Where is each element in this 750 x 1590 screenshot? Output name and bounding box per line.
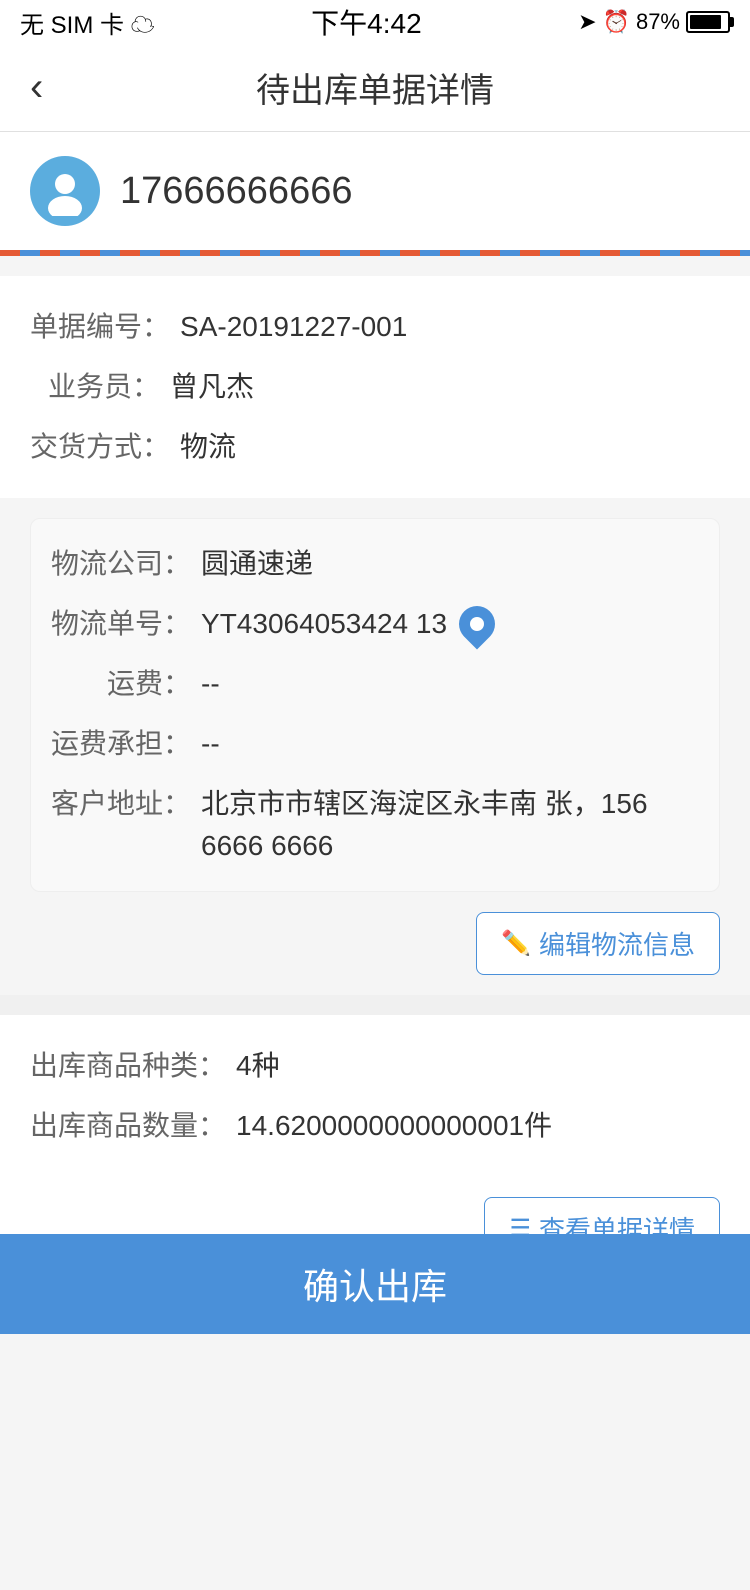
sales-person-label: 业务员： bbox=[30, 366, 170, 408]
delivery-method-value: 物流 bbox=[180, 426, 720, 468]
logistics-tracking-label: 物流单号： bbox=[51, 603, 201, 645]
status-left: 无 SIM 卡 ☁ bbox=[20, 5, 155, 40]
logistics-company-value: 圆通速递 bbox=[201, 543, 699, 585]
document-number-row: 单据编号： SA-20191227-001 bbox=[30, 306, 720, 348]
goods-quantity-value: 14.6200000000000001件 bbox=[236, 1105, 720, 1147]
dashed-separator bbox=[0, 250, 750, 256]
section-divider-1 bbox=[0, 995, 750, 1015]
freight-value: -- bbox=[201, 663, 699, 705]
battery-text: 87% bbox=[636, 9, 680, 35]
confirm-button[interactable]: 确认出库 bbox=[0, 1234, 750, 1334]
status-bar: 无 SIM 卡 ☁ 下午4:42 ➤ ⏰ 87% bbox=[0, 0, 750, 44]
customer-header: 17666666666 bbox=[0, 132, 750, 250]
signal-text: 无 SIM 卡 ☁ bbox=[20, 5, 155, 40]
address-value: 北京市市辖区海淀区永丰南 张，156 6666 6666 bbox=[201, 783, 699, 867]
logistics-company-label: 物流公司： bbox=[51, 543, 201, 585]
goods-quantity-label: 出库商品数量： bbox=[30, 1105, 236, 1147]
confirm-button-label: 确认出库 bbox=[303, 1258, 447, 1310]
edit-btn-container: ✏️ 编辑物流信息 bbox=[0, 912, 750, 995]
delivery-method-row: 交货方式： 物流 bbox=[30, 426, 720, 468]
goods-quantity-row: 出库商品数量： 14.6200000000000001件 bbox=[30, 1105, 720, 1147]
address-label: 客户地址： bbox=[51, 783, 201, 825]
status-right: ➤ ⏰ 87% bbox=[578, 9, 730, 35]
logistics-company-row: 物流公司： 圆通速递 bbox=[51, 543, 699, 585]
edit-logistics-button[interactable]: ✏️ 编辑物流信息 bbox=[476, 912, 720, 975]
freight-label: 运费： bbox=[51, 663, 201, 705]
logistics-tracking-value: YT43064053424 13 bbox=[201, 603, 699, 645]
page-title: 待出库单据详情 bbox=[256, 63, 494, 112]
avatar bbox=[30, 156, 100, 226]
freight-bearer-value: -- bbox=[201, 723, 699, 765]
goods-section: 出库商品种类： 4种 出库商品数量： 14.6200000000000001件 bbox=[0, 1015, 750, 1177]
sales-person-value: 曾凡杰 bbox=[170, 366, 720, 408]
freight-bearer-label: 运费承担： bbox=[51, 723, 201, 765]
sales-person-row: 业务员： 曾凡杰 bbox=[30, 366, 720, 408]
status-time: 下午4:42 bbox=[311, 2, 422, 42]
freight-bearer-row: 运费承担： -- bbox=[51, 723, 699, 765]
edit-logistics-label: 编辑物流信息 bbox=[539, 925, 695, 962]
location-icon: ➤ bbox=[578, 9, 596, 35]
tracking-number-text: YT43064053424 13 bbox=[201, 603, 447, 645]
order-info-section: 单据编号： SA-20191227-001 业务员： 曾凡杰 交货方式： 物流 bbox=[0, 276, 750, 498]
goods-category-row: 出库商品种类： 4种 bbox=[30, 1045, 720, 1087]
back-button[interactable]: ‹ bbox=[30, 65, 43, 110]
goods-category-label: 出库商品种类： bbox=[30, 1045, 236, 1087]
customer-phone: 17666666666 bbox=[120, 170, 352, 213]
alarm-icon: ⏰ bbox=[603, 9, 630, 35]
logistics-card: 物流公司： 圆通速递 物流单号： YT43064053424 13 运费： --… bbox=[30, 518, 720, 892]
freight-row: 运费： -- bbox=[51, 663, 699, 705]
document-number-value: SA-20191227-001 bbox=[180, 306, 720, 348]
address-row: 客户地址： 北京市市辖区海淀区永丰南 张，156 6666 6666 bbox=[51, 783, 699, 867]
nav-bar: ‹ 待出库单据详情 bbox=[0, 44, 750, 132]
battery-icon bbox=[686, 11, 730, 33]
logistics-tracking-row: 物流单号： YT43064053424 13 bbox=[51, 603, 699, 645]
document-number-label: 单据编号： bbox=[30, 306, 180, 348]
delivery-method-label: 交货方式： bbox=[30, 426, 180, 468]
location-pin-icon[interactable] bbox=[452, 599, 503, 650]
goods-category-value: 4种 bbox=[236, 1045, 720, 1087]
edit-icon: ✏️ bbox=[501, 929, 531, 958]
